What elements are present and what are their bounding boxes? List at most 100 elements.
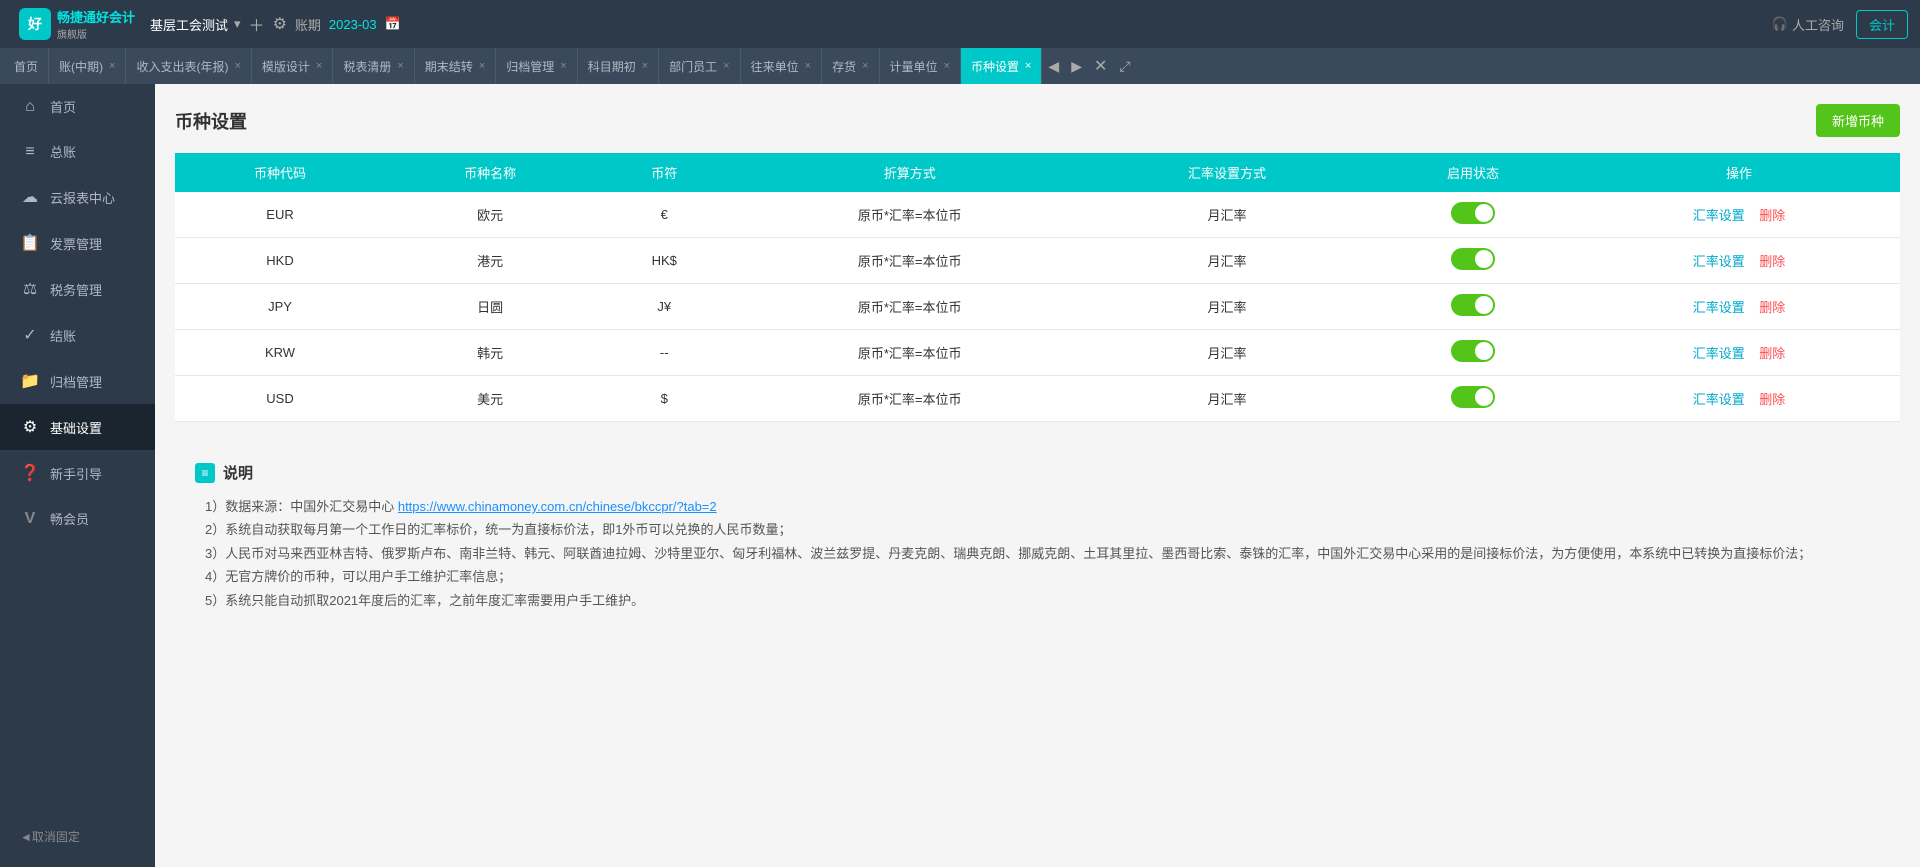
rate-settings-link-JPY[interactable]: 汇率设置 <box>1693 300 1745 315</box>
notes-item: 1）数据来源：中国外汇交易中心 https://www.chinamoney.c… <box>205 495 1880 518</box>
tab-close-archive[interactable]: × <box>560 60 566 72</box>
cell-actions: 汇率设置 删除 <box>1578 330 1900 376</box>
rate-settings-link-KRW[interactable]: 汇率设置 <box>1693 346 1745 361</box>
help-button[interactable]: 🎧 人工咨询 <box>1772 15 1844 34</box>
tab-close-template-design[interactable]: × <box>316 60 322 72</box>
tab-close-subject-init[interactable]: × <box>642 60 648 72</box>
tab-account-period[interactable]: 账(中期) × <box>49 48 126 84</box>
tab-home[interactable]: 首页 <box>4 48 49 84</box>
tab-close-inventory[interactable]: × <box>862 60 868 72</box>
tab-archive[interactable]: 归档管理 × <box>496 48 577 84</box>
tab-inventory[interactable]: 存货 × <box>822 48 879 84</box>
delete-link-HKD[interactable]: 删除 <box>1759 254 1785 269</box>
cell-code: USD <box>175 376 385 422</box>
tab-currency-settings-label: 币种设置 <box>971 58 1019 75</box>
rate-settings-link-HKD[interactable]: 汇率设置 <box>1693 254 1745 269</box>
tab-close-tax-list[interactable]: × <box>397 60 403 72</box>
calendar-icon[interactable]: 📅 <box>385 16 401 32</box>
tab-period-end[interactable]: 期末结转 × <box>415 48 496 84</box>
notes-item: 4）无官方牌价的币种，可以用户手工维护汇率信息； <box>205 565 1880 588</box>
company-settings-icon[interactable]: ⚙ <box>273 14 287 34</box>
sidebar-item-member[interactable]: V 畅会员 <box>0 496 155 541</box>
tab-close-all-button[interactable]: ✕ <box>1088 56 1113 76</box>
tab-department[interactable]: 部门员工 × <box>659 48 740 84</box>
toggle-enabled-JPY[interactable] <box>1451 294 1495 316</box>
sidebar-item-tax[interactable]: ⚖ 税务管理 <box>0 266 155 312</box>
tab-prev-button[interactable]: ◀ <box>1042 58 1065 75</box>
tab-measure-unit[interactable]: 计量单位 × <box>880 48 961 84</box>
sidebar-item-reports[interactable]: ☁ 云报表中心 <box>0 174 155 220</box>
tab-close-measure-unit[interactable]: × <box>944 60 950 72</box>
sidebar-item-settings[interactable]: ⚙ 基础设置 <box>0 404 155 450</box>
sidebar-item-reports-label: 云报表中心 <box>50 188 115 207</box>
tab-close-contacts[interactable]: × <box>805 60 811 72</box>
delete-link-USD[interactable]: 删除 <box>1759 392 1785 407</box>
cell-symbol: -- <box>595 330 733 376</box>
logo-text: 畅捷通好会计 <box>57 7 135 26</box>
tab-account-period-label: 账(中期) <box>59 58 103 75</box>
tab-next-button[interactable]: ▶ <box>1065 58 1088 75</box>
table-row: EUR 欧元 € 原币*汇率=本位币 月汇率 汇率设置 删除 <box>175 192 1900 238</box>
sidebar-item-home[interactable]: ⌂ 首页 <box>0 84 155 129</box>
sidebar-item-settings-label: 基础设置 <box>50 418 102 437</box>
sidebar-item-invoice[interactable]: 📋 发票管理 <box>0 220 155 266</box>
account-button[interactable]: 会计 <box>1856 10 1908 39</box>
cell-status <box>1368 238 1578 284</box>
col-header-code: 币种代码 <box>175 153 385 192</box>
chinamoney-link[interactable]: https://www.chinamoney.com.cn/chinese/bk… <box>398 499 717 514</box>
delete-link-EUR[interactable]: 删除 <box>1759 208 1785 223</box>
cell-status <box>1368 376 1578 422</box>
cell-name: 欧元 <box>385 192 595 238</box>
tab-close-income-report[interactable]: × <box>234 60 240 72</box>
delete-link-JPY[interactable]: 删除 <box>1759 300 1785 315</box>
cell-symbol: J¥ <box>595 284 733 330</box>
top-bar-right: 🎧 人工咨询 会计 <box>1772 10 1908 39</box>
tab-period-end-label: 期末结转 <box>425 58 473 75</box>
new-currency-button[interactable]: 新增币种 <box>1816 104 1900 137</box>
period-value: 2023-03 <box>329 17 377 32</box>
notes-item: 2）系统自动获取每月第一个工作日的汇率标价，统一为直接标价法，即1外币可以兑换的… <box>205 518 1880 541</box>
sidebar-item-checkout[interactable]: ✓ 结账 <box>0 312 155 358</box>
toggle-knob-HKD <box>1475 250 1493 268</box>
add-company-button[interactable]: ＋ <box>249 12 265 36</box>
toggle-enabled-EUR[interactable] <box>1451 202 1495 224</box>
tab-expand-button[interactable]: ⤢ <box>1113 58 1136 75</box>
rate-settings-link-EUR[interactable]: 汇率设置 <box>1693 208 1745 223</box>
cell-status <box>1368 192 1578 238</box>
delete-link-KRW[interactable]: 删除 <box>1759 346 1785 361</box>
tab-template-design[interactable]: 模版设计 × <box>252 48 333 84</box>
toggle-enabled-HKD[interactable] <box>1451 248 1495 270</box>
company-name: 基层工会测试 <box>150 15 228 34</box>
headset-icon: 🎧 <box>1772 16 1788 32</box>
tab-subject-init[interactable]: 科目期初 × <box>578 48 659 84</box>
table-row: KRW 韩元 -- 原币*汇率=本位币 月汇率 汇率设置 删除 <box>175 330 1900 376</box>
col-header-action: 操作 <box>1578 153 1900 192</box>
tab-close-period-end[interactable]: × <box>479 60 485 72</box>
tab-tax-list[interactable]: 税表清册 × <box>333 48 414 84</box>
company-selector[interactable]: 基层工会测试 ▾ <box>150 15 241 34</box>
tab-currency-settings[interactable]: 币种设置 × <box>961 48 1042 84</box>
tab-close-department[interactable]: × <box>723 60 729 72</box>
sidebar-pin-toggle[interactable]: ◄取消固定 <box>0 818 155 855</box>
toggle-knob-EUR <box>1475 204 1493 222</box>
sidebar-item-guide[interactable]: ❓ 新手引导 <box>0 450 155 496</box>
top-bar: 好 畅捷通好会计 旗舰版 基层工会测试 ▾ ＋ ⚙ 账期 2023-03 📅 🎧… <box>0 0 1920 48</box>
cell-rate-method: 月汇率 <box>1086 284 1368 330</box>
toggle-knob-USD <box>1475 388 1493 406</box>
rate-settings-link-USD[interactable]: 汇率设置 <box>1693 392 1745 407</box>
dropdown-arrow-icon: ▾ <box>234 16 241 32</box>
table-row: USD 美元 $ 原币*汇率=本位币 月汇率 汇率设置 删除 <box>175 376 1900 422</box>
toggle-enabled-KRW[interactable] <box>1451 340 1495 362</box>
cell-actions: 汇率设置 删除 <box>1578 238 1900 284</box>
toggle-enabled-USD[interactable] <box>1451 386 1495 408</box>
logo-icon: 好 <box>19 8 51 40</box>
cell-calc-method: 原币*汇率=本位币 <box>733 238 1086 284</box>
sidebar-item-archive[interactable]: 📁 归档管理 <box>0 358 155 404</box>
tab-contacts[interactable]: 往来单位 × <box>741 48 822 84</box>
tab-inventory-label: 存货 <box>832 58 856 75</box>
sidebar-item-ledger[interactable]: ≡ 总账 <box>0 129 155 174</box>
tab-income-report[interactable]: 收入支出表(年报) × <box>126 48 251 84</box>
tab-close-currency-settings[interactable]: × <box>1025 60 1031 72</box>
tab-close-account-period[interactable]: × <box>109 60 115 72</box>
tax-icon: ⚖ <box>20 279 40 299</box>
